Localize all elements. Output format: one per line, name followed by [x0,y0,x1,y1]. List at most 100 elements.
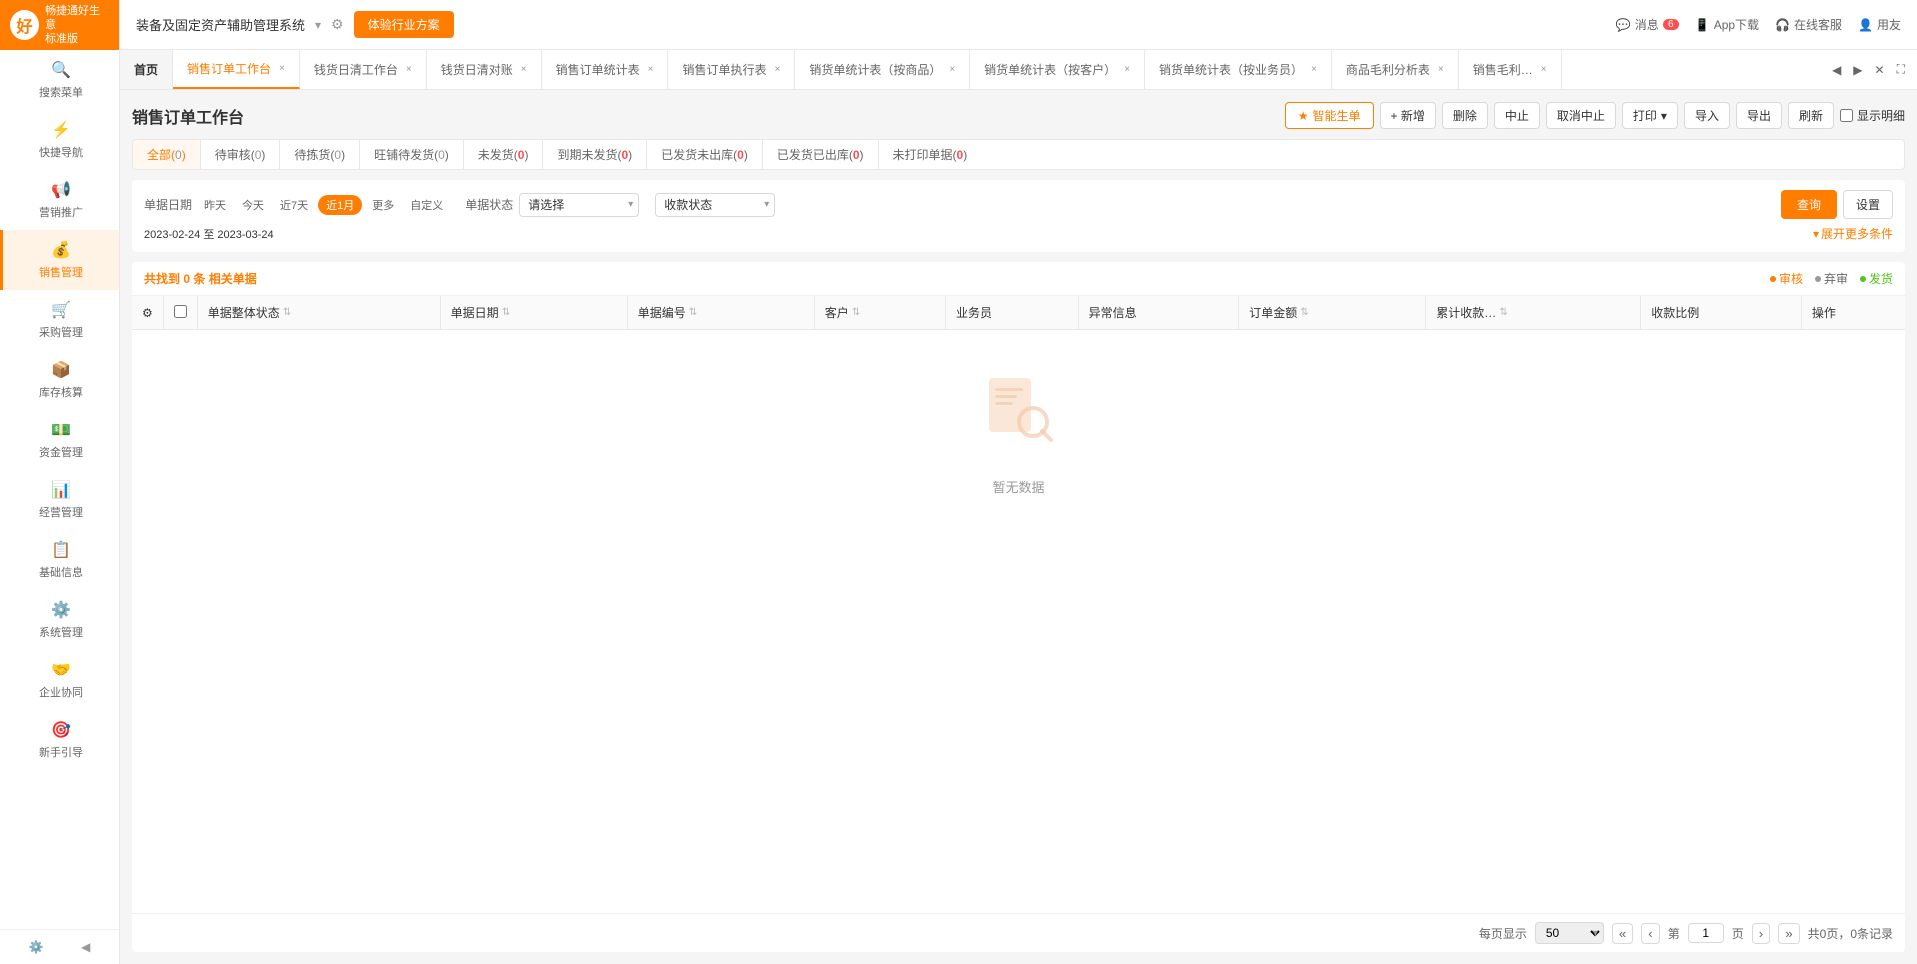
last-page-btn[interactable]: » [1778,923,1799,944]
per-page-select[interactable]: 20 50 100 [1535,922,1604,944]
import-btn[interactable]: 导入 [1684,102,1730,129]
select-all-checkbox[interactable] [174,305,187,318]
table-scroll[interactable]: ⚙ 单据整体状态⇅ 单据日期⇅ 单据编号⇅ [132,296,1905,913]
tab-next-icon[interactable]: ▶ [1849,61,1866,79]
reject-btn[interactable]: 弃审 [1815,270,1848,287]
th-number[interactable]: 单据编号⇅ [627,296,814,330]
export-btn[interactable]: 导出 [1736,102,1782,129]
user-action[interactable]: 👤 用友 [1858,16,1901,33]
filter-tab-4[interactable]: 未发货(0) [464,140,544,169]
filter-tab-8[interactable]: 未打印单据(0) [879,140,982,169]
tab-fullscreen-icon[interactable]: ⛶ [1893,60,1909,79]
tab-close-5[interactable]: × [774,64,780,75]
collapse-icon[interactable]: ◀ [81,940,90,954]
app-download-action[interactable]: 📱 App下载 [1695,16,1759,33]
date-shortcut-5[interactable]: 自定义 [404,195,449,215]
th-settings[interactable]: ⚙ [132,296,163,330]
sidebar-item-基础信息[interactable]: 📋基础信息 [0,530,119,590]
message-action[interactable]: 💬 消息 6 [1616,16,1679,33]
settings-icon[interactable]: ⚙️ [29,940,44,954]
filter-bar: 单据日期 昨天今天近7天近1月更多自定义 单据状态 请选择 收款状态 [132,180,1905,252]
tab-2[interactable]: 钱货日清工作台× [300,50,427,89]
sidebar-item-经营管理[interactable]: 📊经营管理 [0,470,119,530]
sidebar-item-采购管理[interactable]: 🛒采购管理 [0,290,119,350]
tab-close-4[interactable]: × [648,64,654,75]
tab-close-9[interactable]: × [1438,64,1444,75]
tab-close-2[interactable]: × [406,64,412,75]
audit-btn[interactable]: 审核 [1770,270,1803,287]
online-service-action[interactable]: 🎧 在线客服 [1775,16,1842,33]
tab-close-7[interactable]: × [1124,64,1130,75]
th-collected[interactable]: 累计收款…⇅ [1426,296,1641,330]
stop-btn[interactable]: 中止 [1494,102,1540,129]
tab-close-1[interactable]: × [279,63,285,74]
next-page-btn[interactable]: › [1752,923,1770,944]
sidebar-item-销售管理[interactable]: 💰销售管理 [0,230,119,290]
tab-0[interactable]: 首页 [120,50,173,89]
filter-tab-6[interactable]: 已发货未出库(0) [647,140,763,169]
tab-9[interactable]: 商品毛利分析表× [1332,50,1459,89]
date-shortcut-1[interactable]: 今天 [236,195,270,215]
page-input[interactable] [1688,923,1724,943]
gear-icon[interactable]: ⚙ [331,16,344,33]
tab-7[interactable]: 销货单统计表（按客户）× [970,50,1145,89]
date-shortcut-4[interactable]: 更多 [366,195,400,215]
filter-tab-2[interactable]: 待拣货(0) [280,140,360,169]
tab-close-all-icon[interactable]: ✕ [1871,61,1889,79]
filter-tab-3[interactable]: 旺铺待发货(0) [360,140,464,169]
th-exception[interactable]: 异常信息 [1078,296,1239,330]
tab-close-8[interactable]: × [1311,64,1317,75]
query-btn[interactable]: 查询 [1781,190,1837,219]
tab-3[interactable]: 钱货日清对账× [427,50,542,89]
sidebar-item-库存核算[interactable]: 📦库存核算 [0,350,119,410]
th-amount[interactable]: 订单金额⇅ [1239,296,1426,330]
th-salesperson[interactable]: 业务员 [946,296,1079,330]
prev-page-btn[interactable]: ‹ [1641,923,1659,944]
th-date[interactable]: 单据日期⇅ [440,296,627,330]
date-shortcut-2[interactable]: 近7天 [274,195,314,215]
tab-5[interactable]: 销售订单执行表× [668,50,795,89]
tab-6[interactable]: 销货单统计表（按商品）× [795,50,970,89]
display-detail-label[interactable]: 显示明细 [1840,107,1905,124]
status-select[interactable]: 请选择 [519,193,639,217]
delete-btn[interactable]: 删除 [1442,102,1488,129]
deliver-btn[interactable]: 发货 [1860,270,1893,287]
filter-tab-7[interactable]: 已发货已出库(0) [763,140,879,169]
sidebar-item-企业协同[interactable]: 🤝企业协同 [0,650,119,710]
date-shortcut-3[interactable]: 近1月 [318,195,362,215]
tab-4[interactable]: 销售订单统计表× [542,50,669,89]
sidebar-item-快捷导航[interactable]: ⚡快捷导航 [0,110,119,170]
payment-select[interactable]: 收款状态 [655,193,775,217]
industry-btn[interactable]: 体验行业方案 [354,11,454,38]
sidebar-item-资金管理[interactable]: 💵资金管理 [0,410,119,470]
sidebar-item-搜索菜单[interactable]: 🔍搜索菜单 [0,50,119,110]
tab-1[interactable]: 销售订单工作台× [173,50,300,89]
print-btn[interactable]: 打印 ▾ [1622,102,1678,129]
filter-tab-0[interactable]: 全部(0) [133,140,201,169]
tab-close-3[interactable]: × [521,64,527,75]
sidebar-item-营销推广[interactable]: 📢营销推广 [0,170,119,230]
tab-close-6[interactable]: × [949,64,955,75]
date-shortcut-0[interactable]: 昨天 [198,195,232,215]
tab-prev-icon[interactable]: ◀ [1828,61,1845,79]
sidebar-item-新手引导[interactable]: 🎯新手引导 [0,710,119,770]
refresh-btn[interactable]: 刷新 [1788,102,1834,129]
tab-8[interactable]: 销货单统计表（按业务员）× [1145,50,1332,89]
add-btn[interactable]: + 新增 [1380,102,1436,129]
first-page-btn[interactable]: « [1612,923,1633,944]
display-detail-checkbox[interactable] [1840,109,1853,122]
expand-filter-btn[interactable]: ▾ 展开更多条件 [1813,225,1893,242]
th-status[interactable]: 单据整体状态⇅ [197,296,440,330]
filter-tab-1[interactable]: 待审核(0) [201,140,281,169]
tab-close-10[interactable]: × [1541,64,1547,75]
tab-10[interactable]: 销售毛利…× [1459,50,1562,89]
smart-create-btn[interactable]: ★ 智能生单 [1285,102,1374,129]
filter-tab-5[interactable]: 到期未发货(0) [543,140,647,169]
settings-btn[interactable]: 设置 [1843,190,1893,219]
cancel-stop-btn[interactable]: 取消中止 [1546,102,1616,129]
dropdown-icon[interactable]: ▾ [315,18,321,32]
sidebar-item-系统管理[interactable]: ⚙️系统管理 [0,590,119,650]
th-checkbox[interactable] [163,296,197,330]
th-customer[interactable]: 客户⇅ [814,296,945,330]
th-ratio: 收款比例 [1641,296,1802,330]
